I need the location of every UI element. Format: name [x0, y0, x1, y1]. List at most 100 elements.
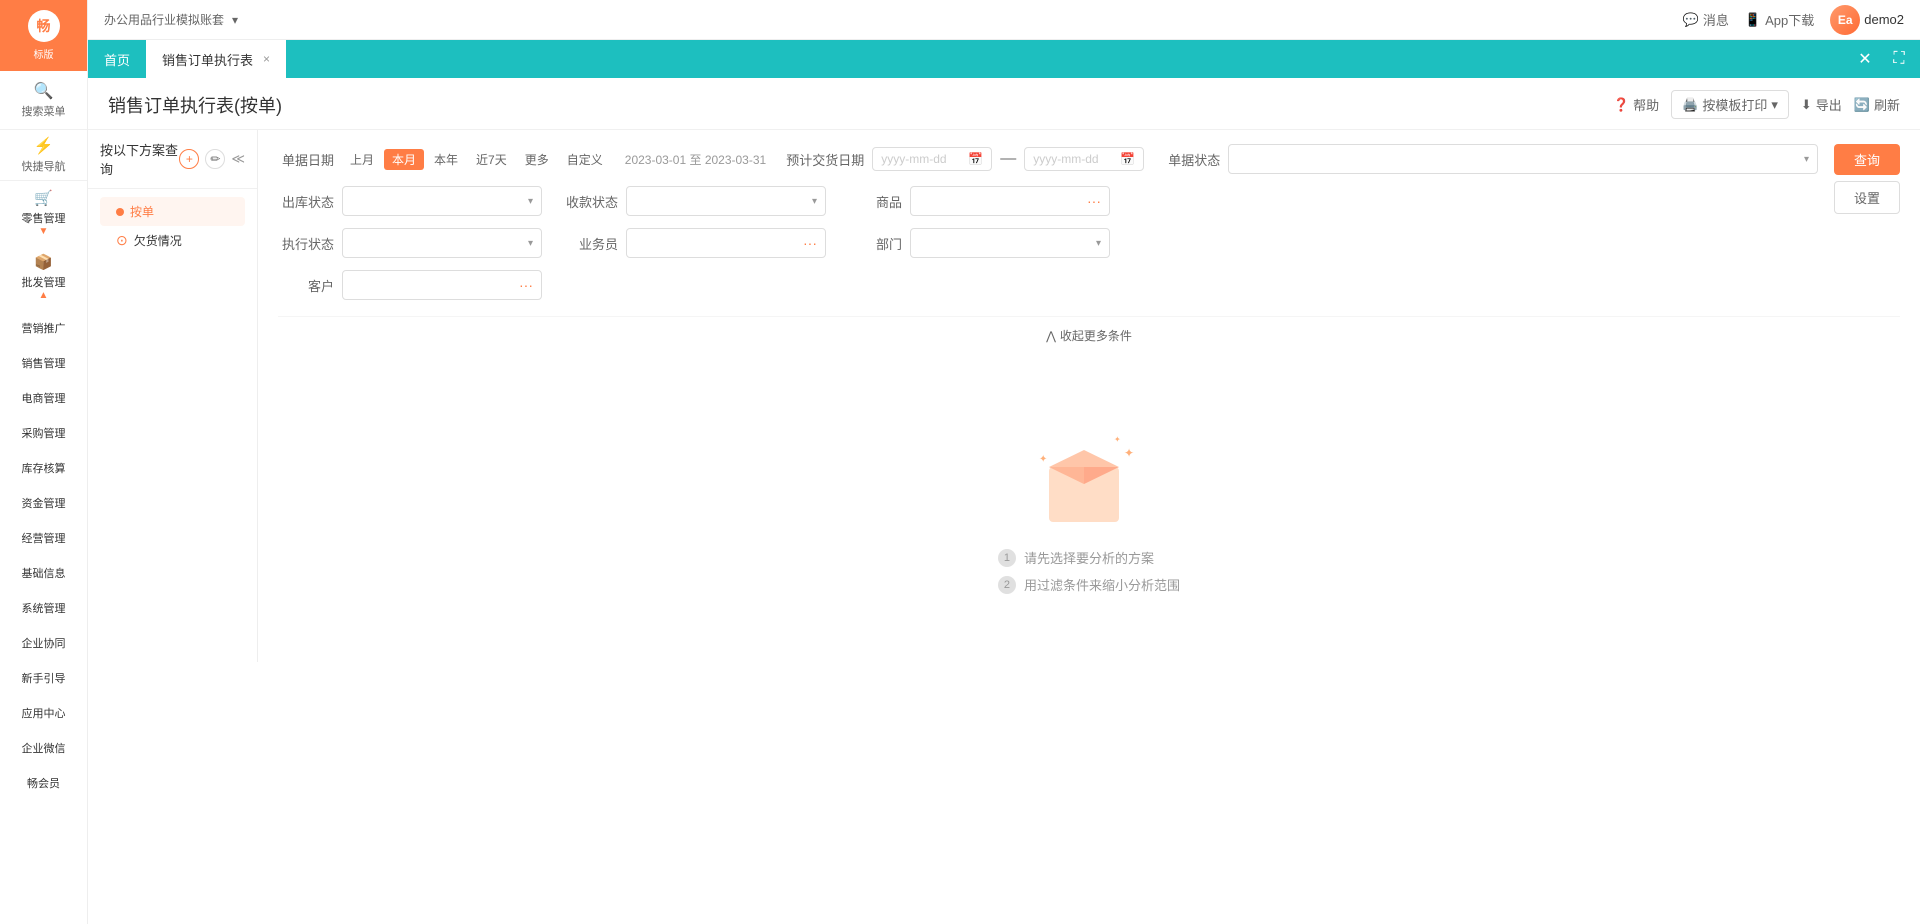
quick-nav[interactable]: ⚡ 快捷导航 — [0, 130, 87, 181]
search-menu[interactable]: 🔍 搜索菜单 — [0, 71, 87, 130]
date-tab-last-month[interactable]: 上月 — [342, 149, 382, 170]
date-tab-7days[interactable]: 近7天 — [468, 149, 515, 170]
sidebar-item-appstore[interactable]: 应用中心 — [0, 694, 87, 729]
plan-item-backorder[interactable]: ⊙ 欠货情况 — [100, 226, 245, 255]
active-dot — [116, 208, 124, 216]
collapse-left-btn[interactable]: ≪ — [231, 151, 245, 167]
left-panel-header: 按以下方案查询 + ✏ ≪ — [88, 130, 257, 189]
goods-group: 商品 ··· — [846, 186, 1110, 216]
sidebar-item-wechat[interactable]: 企业微信 — [0, 729, 87, 764]
sidebar-item-inventory[interactable]: 库存核算 — [0, 449, 87, 484]
expected-date-label: 预计交货日期 — [786, 150, 864, 169]
sidebar-item-wholesale[interactable]: 📦 批发管理 ▲ — [0, 245, 87, 309]
filter-row-1: 单据日期 上月 本月 本年 近7天 更多 自定义 — [278, 144, 1818, 174]
add-plan-btn[interactable]: + — [179, 149, 199, 169]
date-tab-this-month[interactable]: 本月 — [384, 149, 424, 170]
expected-date-group: 预计交货日期 yyyy-mm-dd 📅 — yyyy-mm-dd — [786, 147, 1144, 171]
page-content: 销售订单执行表(按单) ❓ 帮助 🖨️ 按模板打印 ▾ ⬇ 导出 — [88, 78, 1920, 924]
payment-select[interactable]: ▾ — [626, 186, 826, 216]
hint-item-2: 2 用过滤条件来缩小分析范围 — [998, 575, 1180, 594]
salesperson-group: 业务员 ··· — [562, 228, 826, 258]
export-icon: ⬇ — [1801, 97, 1812, 113]
svg-text:✦: ✦ — [1114, 435, 1121, 444]
salesperson-dots: ··· — [803, 235, 817, 251]
customer-input[interactable]: ··· — [342, 270, 542, 300]
user-profile[interactable]: Ea demo2 — [1830, 5, 1904, 35]
topbar-left: 办公用品行业模拟账套 ▾ — [104, 11, 238, 28]
nav-icon: ⚡ — [34, 136, 54, 156]
tab-close-btn[interactable]: × — [263, 52, 270, 66]
edit-plan-btn[interactable]: ✏ — [205, 149, 225, 169]
sidebar-item-sales[interactable]: 销售管理 — [0, 344, 87, 379]
status-label: 单据状态 — [1164, 150, 1220, 169]
print-btn[interactable]: 🖨️ 按模板打印 ▾ — [1671, 90, 1789, 119]
goods-dots: ··· — [1087, 193, 1101, 209]
settings-button[interactable]: 设置 — [1834, 181, 1900, 214]
exec-select[interactable]: ▾ — [342, 228, 542, 258]
dept-select[interactable]: ▾ — [910, 228, 1110, 258]
right-content: 单据日期 上月 本月 本年 近7天 更多 自定义 — [258, 130, 1920, 662]
salesperson-input[interactable]: ··· — [626, 228, 826, 258]
delivery-select[interactable]: ▾ — [342, 186, 542, 216]
refresh-btn[interactable]: 🔄 刷新 — [1854, 95, 1900, 114]
date-tabs: 上月 本月 本年 近7天 更多 自定义 — [342, 149, 611, 170]
plan-item-by-order[interactable]: 按单 — [100, 197, 245, 226]
main-content: 办公用品行业模拟账套 ▾ 💬 消息 📱 App下载 Ea demo2 首页 销售… — [88, 0, 1920, 924]
delivery-group: 出库状态 ▾ — [278, 186, 542, 216]
sidebar-item-retail[interactable]: 🛒 零售管理 ▼ — [0, 181, 87, 245]
logo-icon: 畅 — [28, 10, 60, 42]
empty-illustration: ✦ ✦ ✦ — [1029, 432, 1149, 532]
left-panel-actions: + ✏ ≪ — [179, 149, 245, 169]
goods-input[interactable]: ··· — [910, 186, 1110, 216]
customer-group: 客户 ··· — [278, 270, 542, 300]
sidebar-item-enterprise[interactable]: 企业协同 — [0, 624, 87, 659]
tab-sales-order[interactable]: 销售订单执行表 × — [146, 40, 286, 78]
breadcrumb-dropdown[interactable]: ▾ — [232, 13, 238, 27]
date-from-input[interactable]: yyyy-mm-dd 📅 — [872, 147, 992, 171]
left-panel-title: 按以下方案查询 — [100, 140, 179, 178]
app-download-btn[interactable]: 📱 App下载 — [1745, 10, 1814, 29]
sidebar-item-member[interactable]: 畅会员 — [0, 764, 87, 799]
sidebar-item-purchase[interactable]: 采购管理 — [0, 414, 87, 449]
sidebar-item-marketing[interactable]: 营销推广 — [0, 309, 87, 344]
messages-btn[interactable]: 💬 消息 — [1683, 10, 1729, 29]
date-tab-more[interactable]: 更多 — [517, 149, 557, 170]
tab-label: 销售订单执行表 — [162, 50, 253, 69]
sidebar-item-finance[interactable]: 资金管理 — [0, 484, 87, 519]
collapse-btn[interactable]: ⋀ 收起更多条件 — [278, 321, 1900, 350]
sidebar-item-system[interactable]: 系统管理 — [0, 589, 87, 624]
filter-row-3: 执行状态 ▾ 业务员 — [278, 228, 1818, 258]
tab-fullscreen-icon[interactable]: ⛶ — [1886, 46, 1912, 72]
sidebar-item-operation[interactable]: 经营管理 — [0, 519, 87, 554]
query-button[interactable]: 查询 — [1834, 144, 1900, 175]
date-range-text: 2023-03-01 至 2023-03-31 — [625, 151, 766, 168]
date-to-placeholder: yyyy-mm-dd — [1033, 152, 1098, 166]
query-btn-group: 查询 设置 — [1834, 144, 1900, 214]
delivery-label: 出库状态 — [278, 192, 334, 211]
date-tab-custom[interactable]: 自定义 — [559, 149, 611, 170]
sidebar-item-newbie[interactable]: 新手引导 — [0, 659, 87, 694]
backorder-icon: ⊙ — [116, 232, 128, 249]
message-icon: 💬 — [1683, 12, 1699, 28]
help-icon: ❓ — [1613, 97, 1629, 113]
svg-text:✦: ✦ — [1039, 454, 1047, 465]
empty-state: ✦ ✦ ✦ 1 请先选择要分析的方案 — [998, 372, 1180, 662]
help-btn[interactable]: ❓ 帮助 — [1613, 95, 1659, 114]
body-area: 按以下方案查询 + ✏ ≪ 按单 ⊙ — [88, 130, 1920, 662]
date-separator: — — [1000, 150, 1016, 168]
refresh-icon: 🔄 — [1854, 97, 1870, 113]
collapse-up-icon: ⋀ — [1046, 329, 1056, 343]
sidebar-item-ecommerce[interactable]: 电商管理 — [0, 379, 87, 414]
export-btn[interactable]: ⬇ 导出 — [1801, 95, 1842, 114]
sidebar-item-basic[interactable]: 基础信息 — [0, 554, 87, 589]
status-select[interactable]: ▾ — [1228, 144, 1818, 174]
tab-home[interactable]: 首页 — [88, 40, 146, 78]
date-to-input[interactable]: yyyy-mm-dd 📅 — [1024, 147, 1144, 171]
left-panel: 按以下方案查询 + ✏ ≪ 按单 ⊙ — [88, 130, 258, 662]
dept-arrow: ▾ — [1096, 238, 1101, 249]
status-arrow: ▾ — [1804, 154, 1809, 165]
download-icon: 📱 — [1745, 12, 1761, 28]
tab-close-all-icon[interactable]: ✕ — [1852, 46, 1878, 72]
date-tab-this-year[interactable]: 本年 — [426, 149, 466, 170]
filter-row-4: 客户 ··· — [278, 270, 1818, 300]
